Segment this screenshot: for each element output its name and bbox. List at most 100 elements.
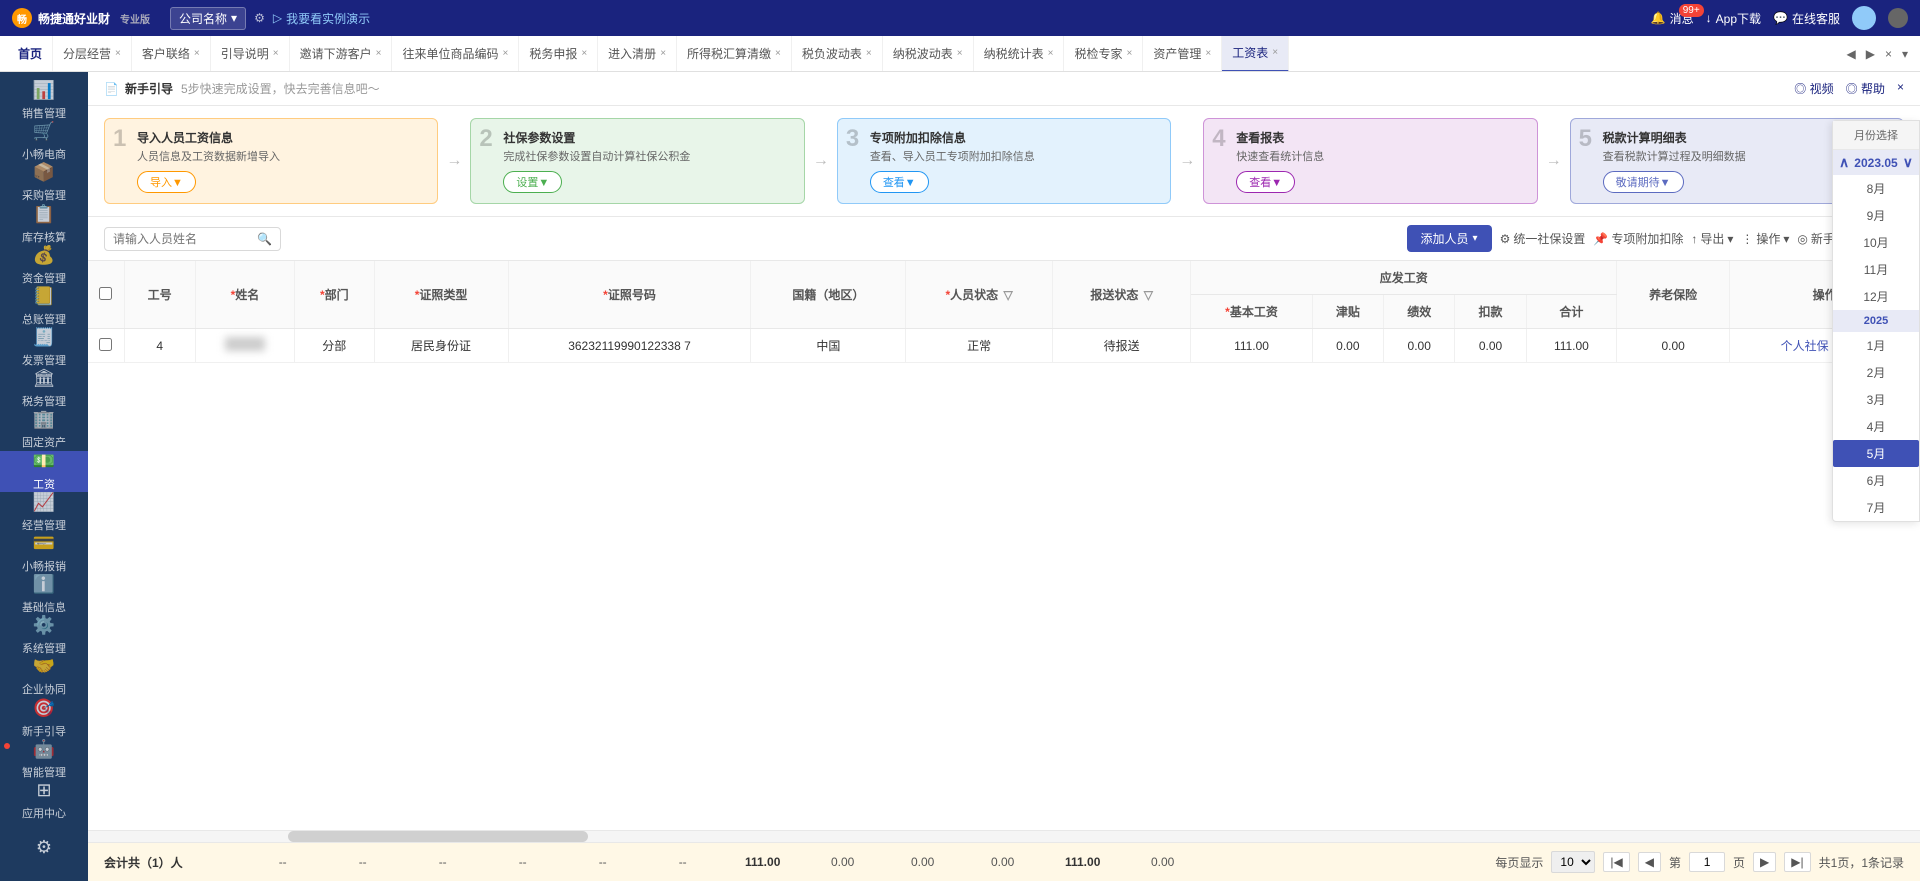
horizontal-scrollbar[interactable]: [88, 830, 1920, 842]
unified-settings-button[interactable]: ⚙ 统一社保设置: [1500, 230, 1586, 247]
month-5[interactable]: 5月: [1833, 440, 1919, 467]
sidebar-item-小畅报销[interactable]: 💳 小畅报销: [0, 533, 88, 574]
close-tab-客户联络[interactable]: ×: [194, 48, 200, 59]
month-7[interactable]: 7月: [1833, 494, 1919, 521]
tab-纳税波动表[interactable]: 纳税波动表 ×: [883, 36, 974, 72]
tab-资产管理[interactable]: 资产管理 ×: [1143, 36, 1222, 72]
sidebar-item-settings[interactable]: ⚙: [0, 821, 88, 873]
page-prev-first[interactable]: |◀: [1603, 852, 1629, 872]
tab-邀请下游客户[interactable]: 邀请下游客户 ×: [290, 36, 393, 72]
sidebar-item-总账管理[interactable]: 📒 总账管理: [0, 286, 88, 327]
avatar[interactable]: [1852, 6, 1876, 30]
sidebar-item-经营管理[interactable]: 📈 经营管理: [0, 492, 88, 533]
close-tab-引导说明[interactable]: ×: [273, 48, 279, 59]
month-8[interactable]: 8月: [1833, 175, 1919, 202]
scroll-thumb[interactable]: [288, 831, 588, 842]
app-download-button[interactable]: ↓ App下载: [1706, 10, 1761, 27]
month-3[interactable]: 3月: [1833, 386, 1919, 413]
page-prev[interactable]: ◀: [1638, 852, 1661, 872]
close-tab-税检专家[interactable]: ×: [1126, 48, 1132, 59]
close-tab-资产管理[interactable]: ×: [1205, 48, 1211, 59]
search-box[interactable]: 🔍: [104, 227, 281, 251]
step-btn-4[interactable]: 查看▼: [1236, 171, 1295, 193]
tab-税务申报[interactable]: 税务申报 ×: [519, 36, 598, 72]
tab-纳税统计表[interactable]: 纳税统计表 ×: [974, 36, 1065, 72]
close-tab-税务申报[interactable]: ×: [581, 48, 587, 59]
help-link[interactable]: ◎ 帮助: [1846, 80, 1885, 97]
tab-往来单位商品编码[interactable]: 往来单位商品编码 ×: [392, 36, 519, 72]
sidebar-item-税务管理[interactable]: 🏛 税务管理: [0, 368, 88, 409]
tab-税检专家[interactable]: 税检专家 ×: [1064, 36, 1143, 72]
search-input[interactable]: [113, 232, 253, 246]
sidebar-item-基础信息[interactable]: ℹ️ 基础信息: [0, 574, 88, 615]
step-btn-1[interactable]: 导入▼: [137, 171, 196, 193]
month-2[interactable]: 2月: [1833, 359, 1919, 386]
close-tab-税负波动表[interactable]: ×: [866, 48, 872, 59]
company-selector[interactable]: 公司名称 ▾: [170, 7, 246, 30]
sidebar-item-小畅电商[interactable]: 🛒 小畅电商: [0, 121, 88, 162]
month-4[interactable]: 4月: [1833, 413, 1919, 440]
month-1[interactable]: 1月: [1833, 332, 1919, 359]
select-all-checkbox[interactable]: [99, 287, 112, 300]
close-tab-工资表[interactable]: ×: [1272, 47, 1278, 58]
sidebar-item-库存核算[interactable]: 📋 库存核算: [0, 204, 88, 245]
close-tab-进入清册[interactable]: ×: [660, 48, 666, 59]
per-page-select[interactable]: 10 20 50: [1551, 851, 1595, 873]
tab-税负波动表[interactable]: 税负波动表 ×: [792, 36, 883, 72]
tab-进入清册[interactable]: 进入清册 ×: [598, 36, 677, 72]
report-filter-icon[interactable]: ▽: [1144, 288, 1153, 302]
close-tab-分层经营[interactable]: ×: [115, 48, 121, 59]
month-12[interactable]: 12月: [1833, 283, 1919, 310]
page-next[interactable]: ▶: [1753, 852, 1776, 872]
tab-所得税汇算清缴[interactable]: 所得税汇算清缴 ×: [677, 36, 792, 72]
sidebar-item-固定资产[interactable]: 🏢 固定资产: [0, 409, 88, 450]
month-10[interactable]: 10月: [1833, 229, 1919, 256]
export-button[interactable]: ↑ 导出 ▾: [1691, 230, 1733, 247]
month-11[interactable]: 11月: [1833, 256, 1919, 283]
sidebar-item-发票管理[interactable]: 🧾 发票管理: [0, 327, 88, 368]
demo-link[interactable]: ▷ 我要看实例演示: [273, 10, 370, 27]
video-link[interactable]: ◎ 视频: [1794, 80, 1833, 97]
month-6[interactable]: 6月: [1833, 467, 1919, 494]
tab-引导说明[interactable]: 引导说明 ×: [211, 36, 290, 72]
nav-prev[interactable]: ◀: [1842, 43, 1859, 65]
nav-close-all[interactable]: ×: [1881, 43, 1896, 65]
month-9[interactable]: 9月: [1833, 202, 1919, 229]
status-filter-icon[interactable]: ▽: [1004, 288, 1013, 302]
personal-social-link[interactable]: 个人社保: [1781, 339, 1829, 353]
close-tab-邀请下游客户[interactable]: ×: [376, 48, 382, 59]
close-tab-纳税统计表[interactable]: ×: [1048, 48, 1054, 59]
add-person-button[interactable]: 添加人员 ▾: [1407, 225, 1492, 252]
tab-home[interactable]: 首页: [8, 36, 53, 72]
page-next-last[interactable]: ▶|: [1784, 852, 1810, 872]
sidebar-item-采购管理[interactable]: 📦 采购管理: [0, 162, 88, 203]
sidebar-item-智能管理[interactable]: 🤖 智能管理: [0, 739, 88, 780]
sidebar-item-新手引导[interactable]: 🎯 新手引导: [0, 698, 88, 739]
close-tab-纳税波动表[interactable]: ×: [957, 48, 963, 59]
sidebar-item-工资[interactable]: 💵 工资: [0, 451, 88, 492]
user-menu[interactable]: [1888, 8, 1908, 28]
notification-button[interactable]: 🔔 消息 99+: [1651, 10, 1694, 27]
close-tab-所得税汇算清缴[interactable]: ×: [775, 48, 781, 59]
step-btn-3[interactable]: 查看▼: [870, 171, 929, 193]
sidebar-item-资金管理[interactable]: 💰 资金管理: [0, 245, 88, 286]
step-btn-5[interactable]: 敬请期待▼: [1603, 171, 1684, 193]
month-year-prev[interactable]: ∧: [1839, 154, 1849, 171]
page-input[interactable]: [1689, 852, 1725, 872]
month-year-next[interactable]: ∨: [1903, 154, 1913, 171]
online-service-button[interactable]: 💬 在线客服: [1773, 10, 1840, 27]
row-checkbox[interactable]: [99, 338, 112, 351]
operations-button[interactable]: ⋮ 操作 ▾: [1741, 230, 1789, 247]
step-btn-2[interactable]: 设置▼: [503, 171, 562, 193]
settings-icon[interactable]: ⚙: [254, 11, 265, 25]
sidebar-item-应用中心[interactable]: ⊞ 应用中心: [0, 780, 88, 821]
tab-分层经营[interactable]: 分层经营 ×: [53, 36, 132, 72]
tab-工资表[interactable]: 工资表 ×: [1222, 36, 1289, 72]
tab-客户联络[interactable]: 客户联络 ×: [132, 36, 211, 72]
search-icon[interactable]: 🔍: [257, 232, 272, 246]
nav-next[interactable]: ▶: [1862, 43, 1879, 65]
sidebar-item-销售管理[interactable]: 📊 销售管理: [0, 80, 88, 121]
guide-close-icon[interactable]: ×: [1897, 80, 1904, 97]
special-deduct-button[interactable]: 📌 专项附加扣除: [1593, 230, 1683, 247]
sidebar-item-系统管理[interactable]: ⚙️ 系统管理: [0, 615, 88, 656]
